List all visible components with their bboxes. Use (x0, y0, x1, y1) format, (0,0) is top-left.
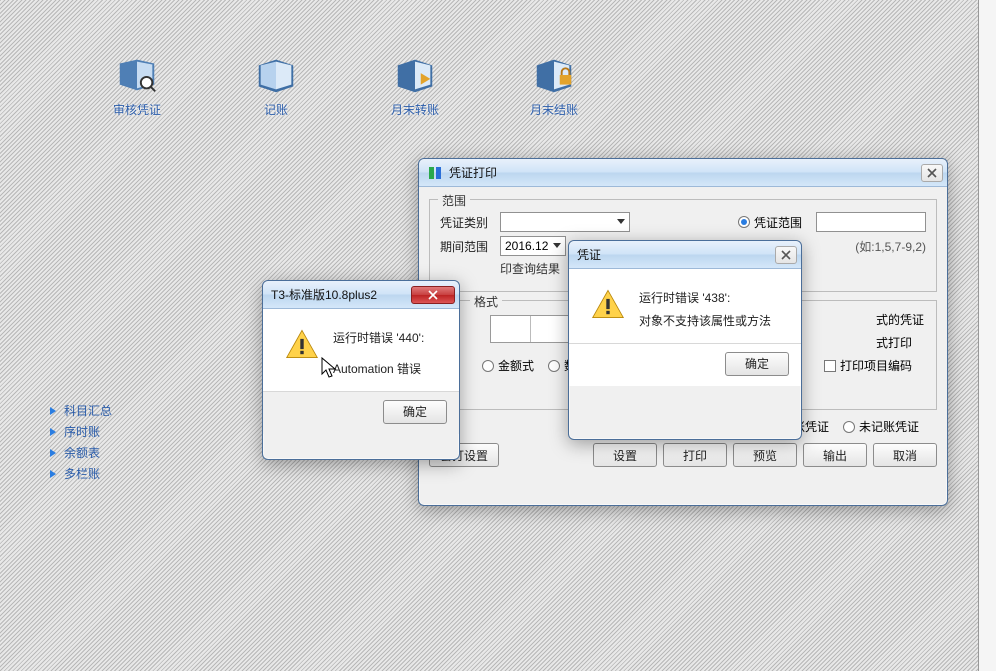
titlebar[interactable]: 凭证 (569, 241, 801, 269)
sidebar-links: 科目汇总 序时账 余额表 多栏账 (50, 402, 112, 486)
book-lock-icon (531, 55, 577, 95)
range-hint: (如:1,5,7-9,2) (855, 238, 926, 255)
checkbox-print-code[interactable]: 打印项目编码 (824, 357, 912, 374)
print-button[interactable]: 打印 (663, 443, 727, 467)
titlebar[interactable]: T3-标准版10.8plus2 (263, 281, 459, 309)
checkbox-label: 打印项目编码 (840, 357, 912, 374)
radio-label: 凭证范围 (754, 214, 802, 231)
close-icon[interactable] (411, 286, 455, 304)
toolbar-item-month-transfer[interactable]: 月末转账 (383, 55, 447, 118)
warning-icon (285, 327, 319, 381)
toolbar-item-month-close[interactable]: 月末结账 (522, 55, 586, 118)
format-grid (490, 315, 570, 343)
voucher-type-select[interactable] (500, 212, 630, 232)
range-legend: 范围 (438, 192, 470, 209)
format-text-2: 式打印 (876, 334, 924, 351)
error-line-2: Automation 错误 (333, 358, 424, 381)
export-button[interactable]: 输出 (803, 443, 867, 467)
format-text-1: 式的凭证 (876, 311, 924, 328)
print-result-text-partial: 印查询结果 (500, 260, 560, 277)
error-line-2: 对象不支持该属性或方法 (639, 310, 771, 333)
close-icon[interactable] (775, 246, 797, 264)
book-arrow-icon (392, 55, 438, 95)
format-legend: 格式 (470, 293, 502, 310)
dialog-title: 凭证打印 (449, 164, 921, 181)
workflow-toolbar: 审核凭证 记账 月末转账 月末结账 (0, 55, 586, 118)
error-438-dialog: 凭证 运行时错误 '438': 对象不支持该属性或方法 确定 (568, 240, 802, 440)
toolbar-label: 月末结账 (522, 101, 586, 118)
radio-label: 金额式 (498, 357, 534, 374)
right-pane-edge (978, 0, 996, 671)
sidebar-item-summary[interactable]: 科目汇总 (50, 402, 112, 419)
error-body: 运行时错误 '438': 对象不支持该属性或方法 (569, 269, 801, 344)
toolbar-item-audit[interactable]: 审核凭证 (105, 55, 169, 118)
period-from-select[interactable]: 2016.12 (500, 236, 566, 256)
dialog-title: T3-标准版10.8plus2 (271, 286, 411, 303)
warning-icon (591, 287, 625, 333)
voucher-range-input[interactable] (816, 212, 926, 232)
label-voucher-type: 凭证类别 (440, 214, 500, 231)
ok-button[interactable]: 确定 (383, 400, 447, 424)
app-icon (427, 165, 443, 181)
toolbar-label: 记账 (244, 101, 308, 118)
ok-button[interactable]: 确定 (725, 352, 789, 376)
radio-amount-style[interactable]: 金额式 (482, 357, 534, 374)
titlebar[interactable]: 凭证打印 (419, 159, 947, 187)
toolbar-item-post[interactable]: 记账 (244, 55, 308, 118)
radio-label: 未记账凭证 (859, 418, 919, 435)
error-line-1: 运行时错误 '438': (639, 287, 771, 310)
book-open-icon (253, 55, 299, 95)
period-from-value: 2016.12 (505, 239, 548, 253)
error-line-1: 运行时错误 '440': (333, 327, 424, 350)
toolbar-label: 月末转账 (383, 101, 447, 118)
close-icon[interactable] (921, 164, 943, 182)
sidebar-item-multicolumn[interactable]: 多栏账 (50, 465, 112, 482)
preview-button[interactable]: 预览 (733, 443, 797, 467)
error-440-dialog: T3-标准版10.8plus2 运行时错误 '440': Automation … (262, 280, 460, 460)
toolbar-label: 审核凭证 (105, 101, 169, 118)
sidebar-item-balance[interactable]: 余额表 (50, 444, 112, 461)
cancel-button[interactable]: 取消 (873, 443, 937, 467)
radio-voucher-range[interactable]: 凭证范围 (738, 214, 802, 231)
label-period: 期间范围 (440, 238, 500, 255)
error-body: 运行时错误 '440': Automation 错误 (263, 309, 459, 392)
radio-unposted-voucher[interactable]: 未记账凭证 (843, 418, 919, 435)
sidebar-item-journal[interactable]: 序时账 (50, 423, 112, 440)
dialog-title: 凭证 (577, 246, 775, 263)
settings-button[interactable]: 设置 (593, 443, 657, 467)
book-magnifier-icon (114, 55, 160, 95)
